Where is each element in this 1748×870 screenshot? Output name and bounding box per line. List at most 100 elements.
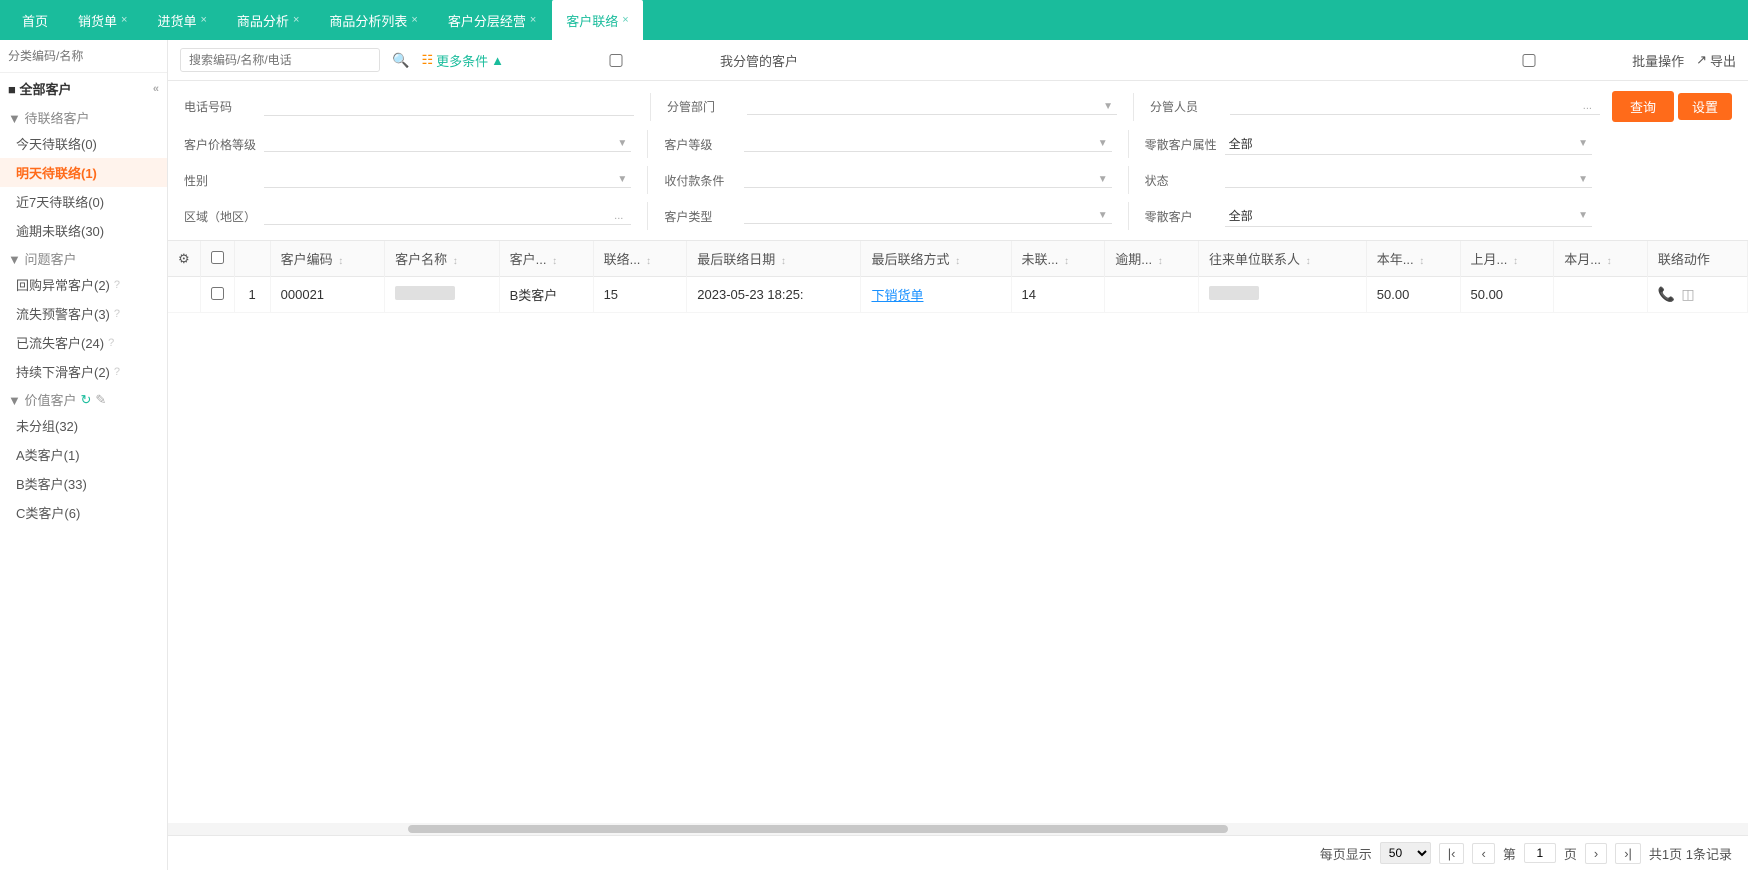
sidebar-item-tomorrow[interactable]: 明天待联络(1) [0,158,167,187]
sidebar-search-input[interactable] [8,49,163,63]
filter-customer-level-select[interactable]: ▼ [744,136,1111,152]
prev-page-btn[interactable]: ‹ [1472,843,1494,864]
th-last-date: 最后联络日期 ↕ [687,241,861,277]
row-checkbox [200,277,234,313]
my-customers-checkbox-label[interactable]: 我分管的客户 [516,51,798,70]
nav-customer-tier[interactable]: 客户分层经营 × [434,0,550,40]
filter-gender-select[interactable]: ▼ [264,172,631,188]
sidebar-item-7days[interactable]: 近7天待联络(0) [0,187,167,216]
filter-row-4: 区域（地区） ... 客户类型 ▼ 零散客户 全部 [184,202,1732,230]
nav-home[interactable]: 首页 [8,0,62,40]
sidebar-item-today[interactable]: 今天待联络(0) [0,129,167,158]
filter-customer-level-cell: 客户等级 ▼ [664,136,1111,153]
sidebar-item-b-class[interactable]: B类客户(33) [0,469,167,498]
per-page-select[interactable]: 50 100 200 [1380,842,1431,864]
sidebar-item-abnormal[interactable]: 回购异常客户(2) ? [0,270,167,299]
filter-retail-customer-label: 零散客户 [1145,208,1217,225]
filter-status-select[interactable]: ▼ [1225,172,1592,188]
nav-product-analysis-close[interactable]: × [293,14,299,26]
row-gear [168,277,200,313]
sort-icon-year[interactable]: ↕ [1419,256,1424,267]
nav-product-list-close[interactable]: × [411,14,417,26]
chevron-down-icon-5: ▼ [617,174,627,185]
h-scroll-thumb[interactable] [408,825,1228,833]
query-button[interactable]: 查询 [1612,91,1674,122]
th-this-year: 本年... ↕ [1366,241,1460,277]
select-all-checkbox[interactable] [211,251,224,264]
sort-icon-lastmonth[interactable]: ↕ [1513,256,1518,267]
filter-divider-2 [1133,93,1134,121]
export-button[interactable]: ↗ 导出 [1696,51,1736,70]
nav-sales[interactable]: 销货单 × [64,0,141,40]
sidebar-search-area: 🔍 [0,40,167,73]
help-icon-churned: ? [108,337,114,349]
sort-icon-thismonth[interactable]: ↕ [1607,256,1612,267]
sidebar-item-churned[interactable]: 已流失客户(24) ? [0,328,167,357]
last-page-btn[interactable]: ›| [1615,843,1641,864]
th-contact-person: 往来单位联系人 ↕ [1198,241,1366,277]
nav-customer-contact[interactable]: 客户联络 × [552,0,642,40]
sort-icon-method[interactable]: ↕ [955,256,960,267]
phone-action-icon[interactable]: 📞 [1658,286,1675,303]
filter-divider-7 [647,202,648,230]
sidebar-item-churn-warning[interactable]: 流失预警客户(3) ? [0,299,167,328]
customer-table: ⚙ 客户编码 ↕ 客户名称 ↕ [168,241,1748,313]
filter-person-label: 分管人员 [1150,98,1222,115]
batch-op-checkbox[interactable] [1429,54,1629,67]
filter-divider-3 [647,130,648,158]
sidebar-item-c-class[interactable]: C类客户(6) [0,498,167,527]
sort-icon-name[interactable]: ↕ [453,256,458,267]
filter-retail-attr-label: 零散客户属性 [1145,136,1217,153]
my-customers-checkbox[interactable] [516,54,716,67]
batch-op-label[interactable]: 批量操作 [1429,51,1684,70]
filter-payment-select[interactable]: ▼ [744,172,1111,188]
ellipsis-icon[interactable]: ... [1579,100,1596,112]
sort-icon-date[interactable]: ↕ [781,256,786,267]
filter-phone-input[interactable] [264,97,634,116]
filter-person-select[interactable]: ... [1230,98,1600,115]
sidebar-item-a-class[interactable]: A类客户(1) [0,440,167,469]
sidebar-item-overdue[interactable]: 逾期未联络(30) [0,216,167,245]
nav-product-list[interactable]: 商品分析列表 × [315,0,431,40]
filter-price-level-select[interactable]: ▼ [264,136,631,152]
filter-region-select[interactable]: ... [264,208,631,225]
row-select-checkbox[interactable] [211,287,224,300]
settings-button[interactable]: 设置 [1678,93,1732,120]
sort-icon-unlinked[interactable]: ↕ [1064,256,1069,267]
ellipsis-icon-2[interactable]: ... [610,210,627,222]
nav-customer-contact-close[interactable]: × [622,14,628,26]
sidebar-item-ungrouped[interactable]: 未分组(32) [0,411,167,440]
sort-icon-type[interactable]: ↕ [552,256,557,267]
filter-retail-attr-select[interactable]: 全部 ▼ [1225,133,1592,155]
sort-icon-overdue[interactable]: ↕ [1158,256,1163,267]
page-input[interactable] [1524,843,1556,863]
sort-icon-person[interactable]: ↕ [1306,256,1311,267]
sidebar-all-customers[interactable]: ■ 全部客户 « [0,73,167,104]
settings-gear-icon[interactable]: ⚙ [178,251,190,266]
filter-retail-customer-select[interactable]: 全部 ▼ [1225,205,1592,227]
nav-product-analysis[interactable]: 商品分析 × [223,0,313,40]
filter-dept-select[interactable]: ▼ [747,99,1117,115]
next-page-btn[interactable]: › [1585,843,1607,864]
sidebar-item-declining[interactable]: 持续下滑客户(2) ? [0,357,167,386]
sidebar: 🔍 ■ 全部客户 « ▼ 待联络客户 今天待联络(0) 明天待联络(1) 近7天… [0,40,168,870]
nav-sales-close[interactable]: × [121,14,127,26]
horizontal-scrollbar[interactable] [168,823,1748,835]
last-method-link[interactable]: 下销货单 [871,288,923,303]
nav-customer-tier-close[interactable]: × [530,14,536,26]
search-input[interactable] [180,48,380,72]
sort-icon-contact[interactable]: ↕ [646,256,651,267]
nav-purchase-close[interactable]: × [200,14,206,26]
value-refresh-icon[interactable]: ↻ [80,392,91,408]
th-gear: ⚙ [168,241,200,277]
first-page-btn[interactable]: |‹ [1439,843,1465,864]
grid-action-icon[interactable]: ◫ [1681,286,1694,303]
filter-retail-attr-cell: 零散客户属性 全部 ▼ [1145,133,1592,155]
more-conditions-btn[interactable]: ☷ 更多条件 ▲ [421,51,504,70]
search-submit-icon[interactable]: 🔍 [392,52,409,69]
sidebar-collapse-icon: « [153,83,159,95]
filter-customer-type-select[interactable]: ▼ [744,208,1111,224]
value-edit-icon[interactable]: ✎ [95,392,106,408]
sort-icon-code[interactable]: ↕ [338,256,343,267]
nav-purchase[interactable]: 进货单 × [143,0,220,40]
